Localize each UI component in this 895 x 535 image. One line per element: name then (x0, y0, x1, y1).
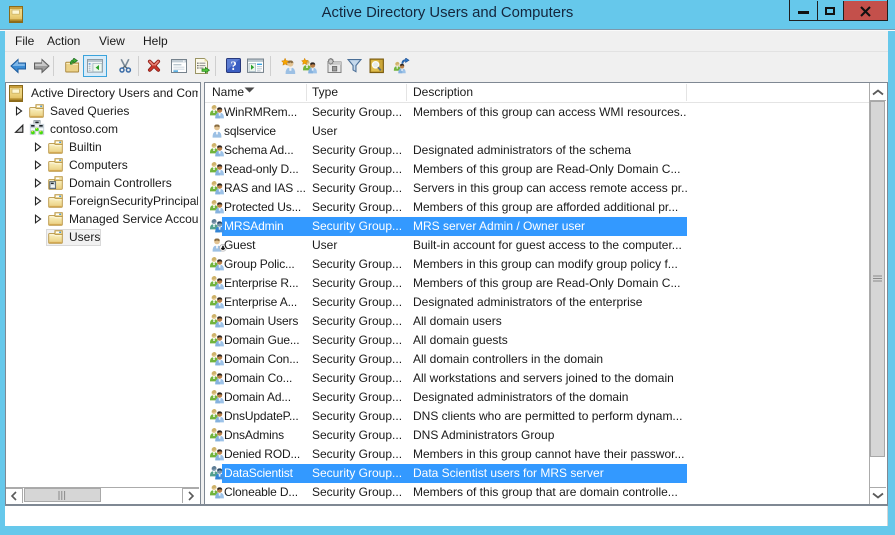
svg-text:?: ? (230, 59, 236, 73)
